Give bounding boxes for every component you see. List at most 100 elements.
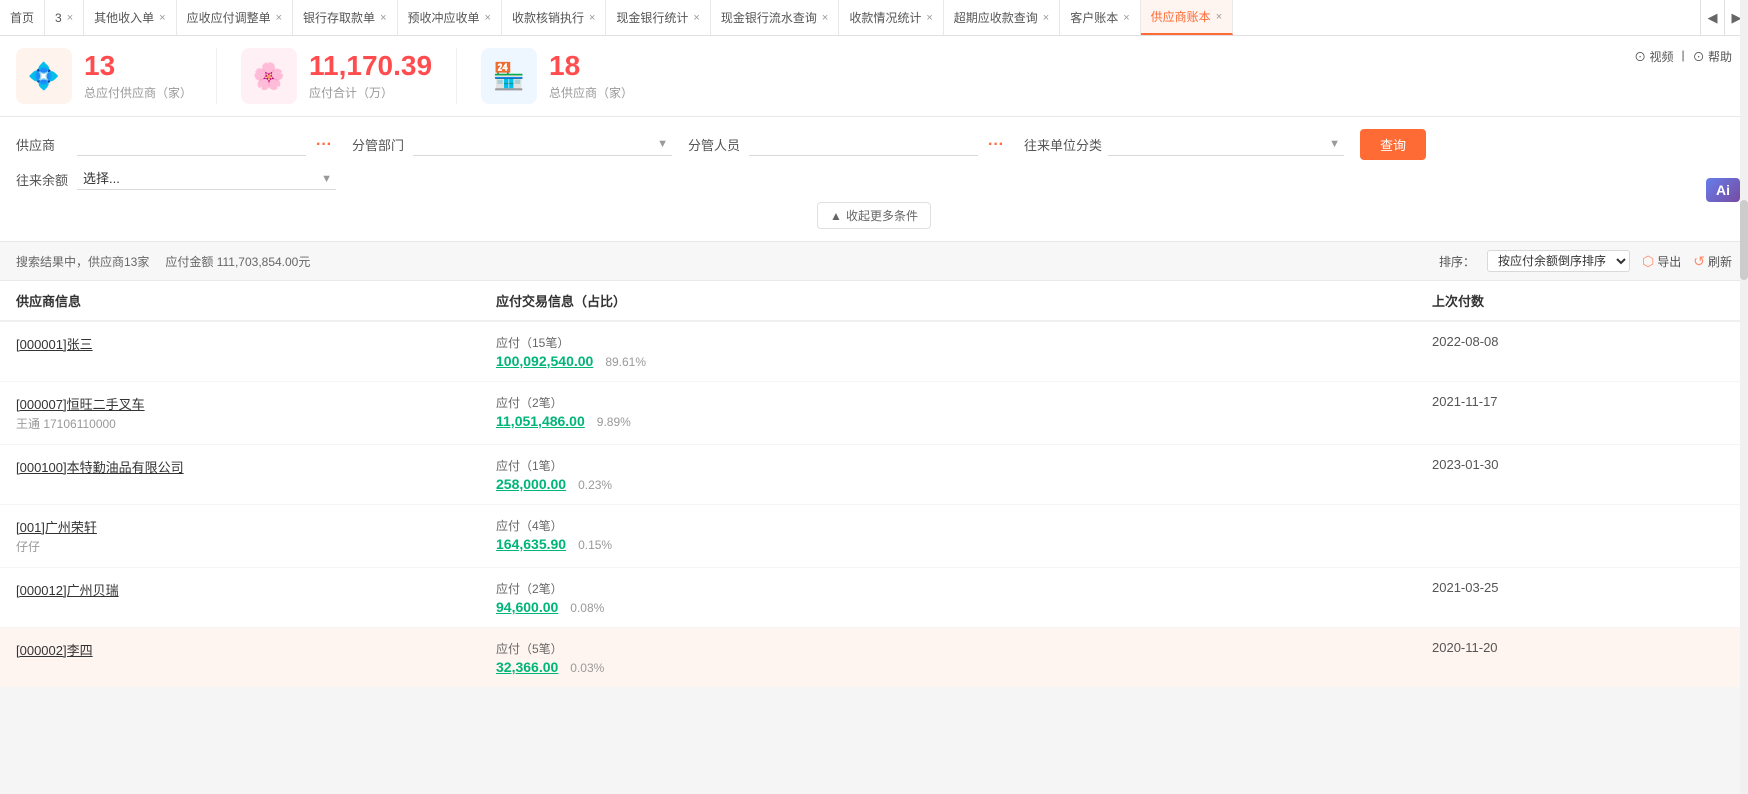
transaction-cell: 应付（2笔）11,051,486.009.89% xyxy=(496,394,1432,429)
category-select[interactable] xyxy=(1108,134,1344,155)
transaction-cell: 应付（2笔）94,600.000.08% xyxy=(496,580,1432,615)
transaction-amount[interactable]: 11,051,486.00 xyxy=(496,413,585,429)
nav-tab-ar-ap-adjust[interactable]: 应收应付调整单× xyxy=(177,0,293,35)
nav-tab-receipt-stat[interactable]: 收款情况统计× xyxy=(839,0,943,35)
transaction-cell: 应付（1笔） 258,000.000.23% xyxy=(496,457,1432,492)
close-tab-prepay-ar[interactable]: × xyxy=(485,12,491,24)
balance-label: 往来余额 xyxy=(16,170,71,189)
category-label: 往来单位分类 xyxy=(1024,135,1102,154)
transaction-amount-row: 32,366.000.03% xyxy=(496,659,1432,675)
col-last-payment: 上次付数 xyxy=(1432,291,1732,310)
video-link[interactable]: ⊙ 视频 xyxy=(1634,48,1673,65)
transaction-amount-row: 258,000.000.23% xyxy=(496,476,1432,492)
transaction-amount[interactable]: 32,366.00 xyxy=(496,659,558,675)
nav-tab-supplier-ledger[interactable]: 供应商账本× xyxy=(1141,0,1233,35)
balance-select[interactable]: 选择... xyxy=(77,168,336,189)
close-tab-overdue-ar[interactable]: × xyxy=(1043,12,1049,24)
transaction-amount[interactable]: 94,600.00 xyxy=(496,599,558,615)
table-row: [000001]张三应付（15笔）100,092,540.0089.61%202… xyxy=(0,322,1748,382)
supplier-cell: [000002]李四 xyxy=(16,640,496,659)
transaction-percent: 89.61% xyxy=(605,355,646,369)
nav-tab-tab3[interactable]: 3× xyxy=(45,0,84,35)
close-tab-cash-flow[interactable]: × xyxy=(822,12,828,24)
stat-item-payable-amount: 🌸11,170.39应付合计（万） xyxy=(241,48,457,104)
stats-banner: 💠13总应付供应商（家）🌸11,170.39应付合计（万）🏪18总供应商（家） … xyxy=(0,36,1748,117)
close-tab-other-income[interactable]: × xyxy=(159,12,165,24)
supplier-link[interactable]: [000100]本特勤油品有限公司 xyxy=(16,460,184,475)
dept-select[interactable] xyxy=(413,134,672,155)
person-input[interactable] xyxy=(749,134,978,156)
close-tab-tab3[interactable]: × xyxy=(67,12,73,24)
transaction-percent: 0.08% xyxy=(570,601,604,615)
supplier-input[interactable] xyxy=(77,134,306,156)
person-label: 分管人员 xyxy=(688,135,743,154)
result-bar: 搜索结果中，供应商13家 应付金额 111,703,854.00元 排序： 按应… xyxy=(0,242,1748,281)
nav-tab-prepay-ar[interactable]: 预收冲应收单× xyxy=(398,0,502,35)
collapse-label: 收起更多条件 xyxy=(846,207,918,224)
close-tab-cash-stat[interactable]: × xyxy=(693,12,699,24)
stat-item-total-suppliers: 🏪18总供应商（家） xyxy=(481,48,657,104)
nav-tab-customer-ledger[interactable]: 客户账本× xyxy=(1060,0,1140,35)
close-tab-receipt-stat[interactable]: × xyxy=(926,12,932,24)
table-header: 供应商信息 应付交易信息（占比） 上次付数 xyxy=(0,281,1748,322)
nav-tab-other-income[interactable]: 其他收入单× xyxy=(84,0,176,35)
scrollbar-thumb[interactable] xyxy=(1740,200,1748,280)
nav-tab-bank-deposit[interactable]: 银行存取款单× xyxy=(293,0,397,35)
col-supplier-info: 供应商信息 xyxy=(16,291,496,310)
nav-tab-cash-flow[interactable]: 现金银行流水查询× xyxy=(711,0,839,35)
person-ellipsis[interactable]: ··· xyxy=(984,136,1008,154)
supplier-link[interactable]: [000012]广州贝瑞 xyxy=(16,583,119,598)
transaction-label: 应付（15笔） xyxy=(496,334,1432,351)
transaction-amount[interactable]: 164,635.90 xyxy=(496,536,566,552)
table-row: [001]广州荣轩仔仔应付（4笔）164,635.900.15% xyxy=(0,505,1748,568)
query-button[interactable]: 查询 xyxy=(1360,129,1426,160)
data-table: 供应商信息 应付交易信息（占比） 上次付数 [000001]张三 应付（15笔） 1… xyxy=(0,281,1748,688)
payable-suppliers-info: 13总应付供应商（家） xyxy=(84,52,192,101)
refresh-button[interactable]: ↺ 刷新 xyxy=(1693,253,1732,270)
supplier-link[interactable]: [001]广州荣轩 xyxy=(16,520,97,535)
transaction-percent: 0.15% xyxy=(578,538,612,552)
close-tab-customer-ledger[interactable]: × xyxy=(1123,12,1129,24)
transaction-amount[interactable]: 258,000.00 xyxy=(496,476,566,492)
sort-select[interactable]: 按应付余额倒序排序 xyxy=(1487,250,1630,272)
nav-tab-cash-stat[interactable]: 现金银行统计× xyxy=(606,0,710,35)
total-suppliers-label: 总供应商（家） xyxy=(549,84,633,101)
scrollbar-track[interactable] xyxy=(1740,0,1748,794)
supplier-label: 供应商 xyxy=(16,135,71,154)
total-suppliers-number: 18 xyxy=(549,52,633,80)
transaction-amount-row: 11,051,486.009.89% xyxy=(496,413,1432,429)
export-button[interactable]: ⬡ 导出 xyxy=(1642,253,1681,270)
ai-badge[interactable]: Ai xyxy=(1706,178,1740,202)
help-link[interactable]: ⊙ 帮助 xyxy=(1693,48,1732,65)
collapse-section: ▲ 收起更多条件 xyxy=(16,198,1732,233)
close-tab-receipt-exec[interactable]: × xyxy=(589,12,595,24)
table-body: [000001]张三 应付（15笔） 100,092,540.00 89.61% 202… xyxy=(0,322,1748,688)
nav-tab-receipt-exec[interactable]: 收款核销执行× xyxy=(502,0,606,35)
nav-prev-arrow[interactable]: ◀ xyxy=(1700,0,1724,35)
nav-tab-home[interactable]: 首页 xyxy=(0,0,45,35)
dept-label: 分管部门 xyxy=(352,135,407,154)
filter-row-1: 供应商 ··· 分管部门 ▼ 分管人员 ··· 往来单位分类 ▼ 查询 xyxy=(16,129,1732,160)
balance-select-wrap: 选择... ▼ xyxy=(77,168,336,190)
transaction-amount[interactable]: 100,092,540.00 xyxy=(496,353,593,369)
collapse-button[interactable]: ▲ 收起更多条件 xyxy=(817,202,931,229)
balance-filter: 往来余额 选择... ▼ xyxy=(16,168,336,190)
total-suppliers-info: 18 总供应商（家） xyxy=(549,52,633,101)
dept-select-wrap: ▼ xyxy=(413,134,672,156)
transaction-amount-row: 100,092,540.00 89.61% xyxy=(496,353,1432,369)
nav-tab-overdue-ar[interactable]: 超期应收款查询× xyxy=(944,0,1060,35)
transaction-label: 应付（1笔） xyxy=(496,457,1432,474)
supplier-cell: [000100]本特勤油品有限公司 xyxy=(16,457,496,476)
refresh-icon: ↺ xyxy=(1693,253,1705,270)
payable-suppliers-label: 总应付供应商（家） xyxy=(84,84,192,101)
result-summary: 搜索结果中，供应商13家 xyxy=(16,253,149,270)
supplier-link[interactable]: [000002]李四 xyxy=(16,643,93,658)
supplier-cell: [000001]张三 xyxy=(16,334,496,353)
close-tab-bank-deposit[interactable]: × xyxy=(380,12,386,24)
supplier-ellipsis[interactable]: ··· xyxy=(312,136,336,154)
close-tab-supplier-ledger[interactable]: × xyxy=(1216,11,1222,23)
supplier-link[interactable]: [000007]恒旺二手叉车 xyxy=(16,397,145,412)
close-tab-ar-ap-adjust[interactable]: × xyxy=(276,12,282,24)
last-payment: 2023-01-30 xyxy=(1432,457,1732,472)
supplier-link[interactable]: [000001]张三 xyxy=(16,337,93,352)
